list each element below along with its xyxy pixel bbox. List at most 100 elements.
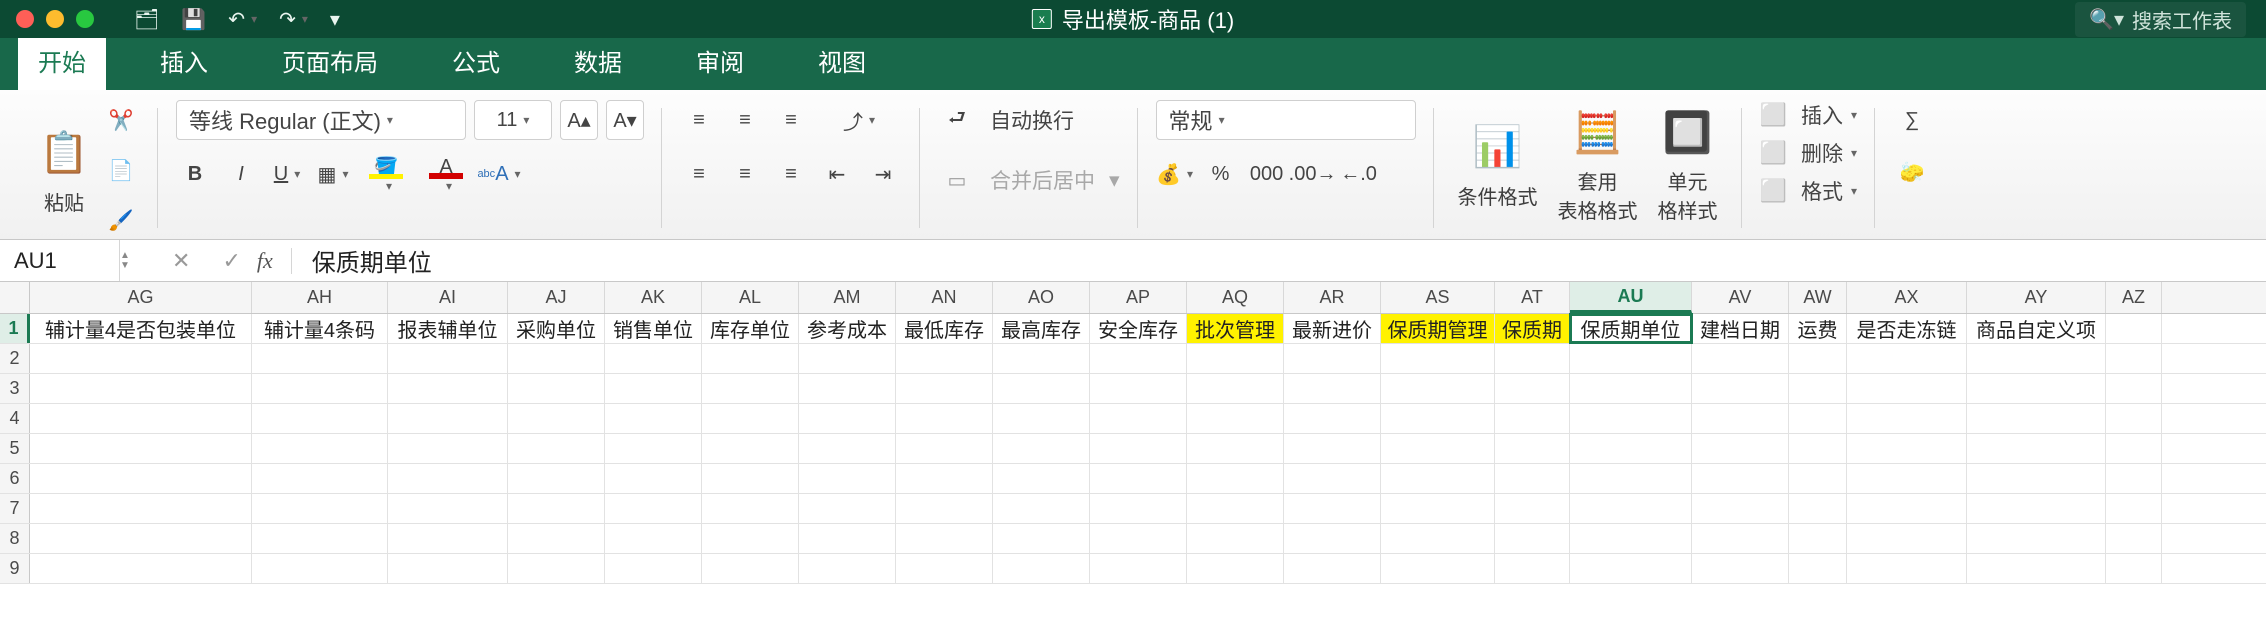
cell-AJ4[interactable]	[508, 404, 605, 433]
cell-AM6[interactable]	[799, 464, 896, 493]
column-header-AO[interactable]: AO	[993, 282, 1090, 313]
cell-AQ9[interactable]	[1187, 554, 1284, 583]
cell-AV4[interactable]	[1692, 404, 1789, 433]
align-left-button[interactable]: ≡	[680, 154, 718, 194]
tab-data[interactable]: 数据	[554, 33, 642, 90]
row-header-3[interactable]: 3	[0, 374, 30, 403]
cell-AI2[interactable]	[388, 344, 508, 373]
cell-AZ8[interactable]	[2106, 524, 2162, 553]
cell-AI6[interactable]	[388, 464, 508, 493]
phonetic-guide-button[interactable]: abcA	[480, 154, 518, 194]
cell-AG4[interactable]	[30, 404, 252, 433]
cell-AX8[interactable]	[1847, 524, 1967, 553]
cell-AX7[interactable]	[1847, 494, 1967, 523]
conditional-format-button[interactable]: 📊 条件格式	[1452, 115, 1544, 214]
cell-AP5[interactable]	[1090, 434, 1187, 463]
cell-AL3[interactable]	[702, 374, 799, 403]
merge-button[interactable]: ▭	[938, 160, 976, 200]
cell-AZ5[interactable]	[2106, 434, 2162, 463]
cell-AO7[interactable]	[993, 494, 1090, 523]
clear-button[interactable]: 🧽	[1893, 152, 1931, 192]
merge-dropdown-icon[interactable]: ▾	[1109, 168, 1120, 193]
cell-AR5[interactable]	[1284, 434, 1381, 463]
column-header-AR[interactable]: AR	[1284, 282, 1381, 313]
column-header-AS[interactable]: AS	[1381, 282, 1495, 313]
cell-AY6[interactable]	[1967, 464, 2106, 493]
orientation-button[interactable]: ⤴	[840, 100, 878, 140]
cell-AQ5[interactable]	[1187, 434, 1284, 463]
cell-AU3[interactable]	[1570, 374, 1692, 403]
cell-AQ1[interactable]: 批次管理	[1187, 314, 1284, 343]
cell-AT1[interactable]: 保质期	[1495, 314, 1570, 343]
cell-AP3[interactable]	[1090, 374, 1187, 403]
comma-button[interactable]: 000	[1248, 154, 1286, 194]
redo-button[interactable]: ↷	[279, 7, 308, 32]
cell-AY7[interactable]	[1967, 494, 2106, 523]
cell-AP7[interactable]	[1090, 494, 1187, 523]
cell-AW4[interactable]	[1789, 404, 1847, 433]
row-header-8[interactable]: 8	[0, 524, 30, 553]
row-header-2[interactable]: 2	[0, 344, 30, 373]
align-bottom-button[interactable]: ≡	[772, 100, 810, 140]
align-top-button[interactable]: ≡	[680, 100, 718, 140]
cell-AV9[interactable]	[1692, 554, 1789, 583]
select-all-corner[interactable]	[0, 282, 30, 313]
cell-AR3[interactable]	[1284, 374, 1381, 403]
cell-AQ6[interactable]	[1187, 464, 1284, 493]
cell-AI5[interactable]	[388, 434, 508, 463]
cell-AL6[interactable]	[702, 464, 799, 493]
cell-AI7[interactable]	[388, 494, 508, 523]
cell-AS3[interactable]	[1381, 374, 1495, 403]
cell-AH8[interactable]	[252, 524, 388, 553]
cell-AO3[interactable]	[993, 374, 1090, 403]
cell-AM3[interactable]	[799, 374, 896, 403]
format-painter-button[interactable]: 🖌️	[102, 200, 140, 240]
cell-AK4[interactable]	[605, 404, 702, 433]
formula-input[interactable]: 保质期单位	[300, 243, 2266, 278]
cell-AX4[interactable]	[1847, 404, 1967, 433]
border-button[interactable]: ▦	[314, 154, 352, 194]
cell-AR2[interactable]	[1284, 344, 1381, 373]
cell-AG1[interactable]: 辅计量4是否包装单位	[30, 314, 252, 343]
cell-AQ7[interactable]	[1187, 494, 1284, 523]
cell-AN1[interactable]: 最低库存	[896, 314, 993, 343]
cell-AU7[interactable]	[1570, 494, 1692, 523]
search-sheet[interactable]: 🔍▾ 搜索工作表	[2075, 2, 2246, 37]
cell-AM7[interactable]	[799, 494, 896, 523]
cell-AP4[interactable]	[1090, 404, 1187, 433]
cell-AZ1[interactable]	[2106, 314, 2162, 343]
cell-AS6[interactable]	[1381, 464, 1495, 493]
increase-font-button[interactable]: A▴	[560, 100, 598, 140]
number-format-select[interactable]: 常规	[1156, 100, 1416, 140]
cell-AN2[interactable]	[896, 344, 993, 373]
cell-AO8[interactable]	[993, 524, 1090, 553]
cell-AP1[interactable]: 安全库存	[1090, 314, 1187, 343]
cell-AX5[interactable]	[1847, 434, 1967, 463]
cell-AG6[interactable]	[30, 464, 252, 493]
cell-AU5[interactable]	[1570, 434, 1692, 463]
cell-AP6[interactable]	[1090, 464, 1187, 493]
name-box-stepper[interactable]: ▲▼	[120, 251, 146, 271]
row-header-6[interactable]: 6	[0, 464, 30, 493]
cell-AM4[interactable]	[799, 404, 896, 433]
column-header-AJ[interactable]: AJ	[508, 282, 605, 313]
fx-icon[interactable]: fx	[257, 248, 273, 274]
cell-AH5[interactable]	[252, 434, 388, 463]
cell-AY9[interactable]	[1967, 554, 2106, 583]
cell-AI9[interactable]	[388, 554, 508, 583]
cell-AL7[interactable]	[702, 494, 799, 523]
chevron-down-icon[interactable]: ▾	[1851, 146, 1857, 160]
cell-AL8[interactable]	[702, 524, 799, 553]
cell-AY1[interactable]: 商品自定义项	[1967, 314, 2106, 343]
font-name-select[interactable]: 等线 Regular (正文)	[176, 100, 466, 140]
decrease-indent-button[interactable]: ⇤	[818, 154, 856, 194]
name-box[interactable]: AU1	[0, 240, 120, 281]
currency-button[interactable]: 💰	[1156, 154, 1194, 194]
cell-AK5[interactable]	[605, 434, 702, 463]
cell-AU6[interactable]	[1570, 464, 1692, 493]
cell-AN4[interactable]	[896, 404, 993, 433]
cell-AJ9[interactable]	[508, 554, 605, 583]
cell-AW9[interactable]	[1789, 554, 1847, 583]
cell-AS9[interactable]	[1381, 554, 1495, 583]
cell-AO6[interactable]	[993, 464, 1090, 493]
